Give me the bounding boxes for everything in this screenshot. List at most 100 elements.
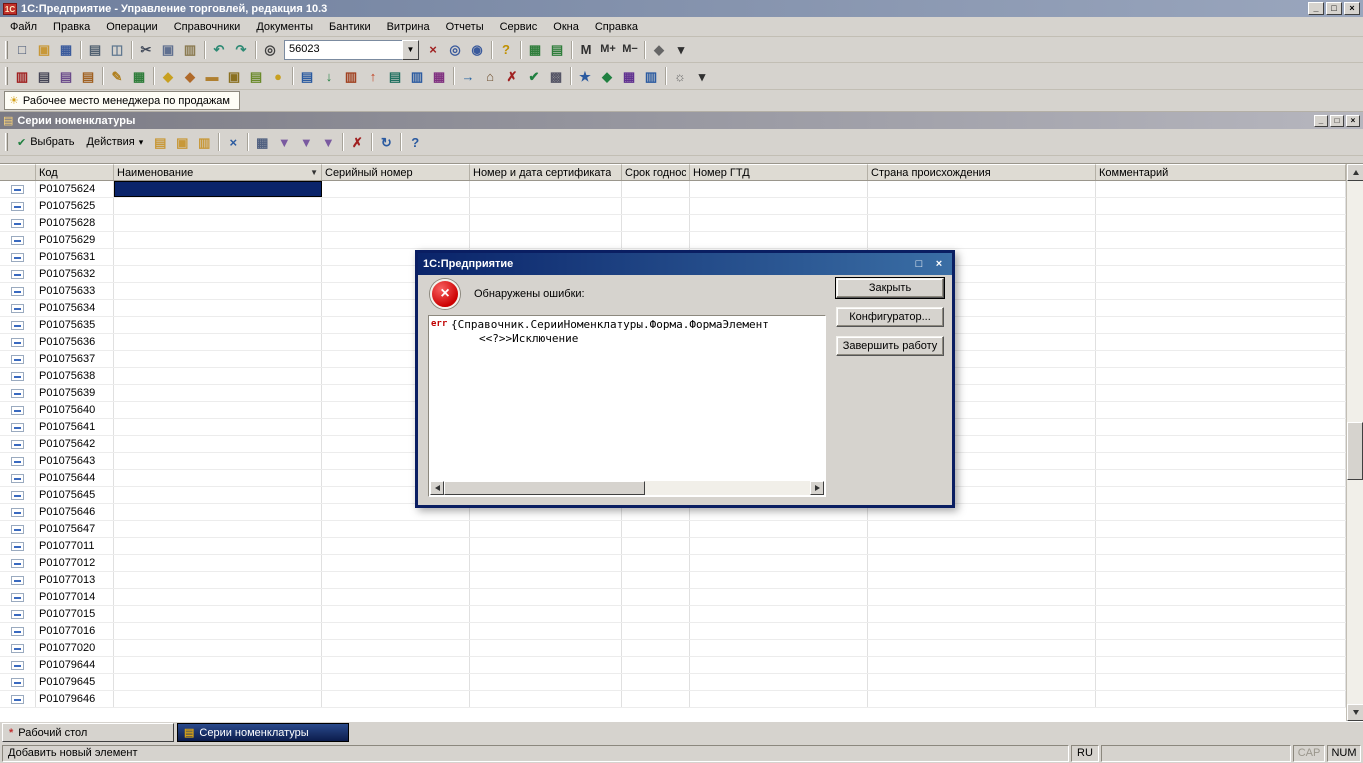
cell-col-1[interactable] [114, 555, 322, 571]
cell-col-7[interactable] [1096, 215, 1346, 231]
paste-icon[interactable]: ▥ [179, 39, 201, 61]
filter-settings-icon[interactable]: ▦ [251, 131, 273, 153]
cell-col-1[interactable] [114, 317, 322, 333]
new-document-icon[interactable]: □ [11, 39, 33, 61]
spreadsheet-settings-icon[interactable]: ▤ [546, 39, 568, 61]
horizontal-scroll-track[interactable] [444, 481, 810, 495]
help-icon[interactable]: ? [404, 131, 426, 153]
cell-col-7[interactable] [1096, 453, 1346, 469]
cell-col-7[interactable] [1096, 504, 1346, 520]
cell-code[interactable]: P01075634 [36, 300, 114, 316]
writeoff-icon[interactable]: ✗ [501, 65, 523, 87]
cell-col-4[interactable] [622, 640, 690, 656]
vertical-scroll-track[interactable] [1347, 181, 1363, 704]
vertical-scroll-thumb[interactable] [1347, 421, 1363, 480]
cell-col-4[interactable] [622, 215, 690, 231]
cell-code[interactable]: P01075637 [36, 351, 114, 367]
cell-col-4[interactable] [622, 232, 690, 248]
price-list-icon[interactable]: ▦ [128, 65, 150, 87]
cell-col-3[interactable] [470, 521, 622, 537]
cell-col-7[interactable] [1096, 334, 1346, 350]
cell-code[interactable]: P01075633 [36, 283, 114, 299]
column-header-3[interactable]: Номер и дата сертификата [470, 164, 622, 180]
cell-col-4[interactable] [622, 674, 690, 690]
cell-col-2[interactable] [322, 555, 470, 571]
cell-col-7[interactable] [1096, 572, 1346, 588]
cell-code[interactable]: P01079645 [36, 674, 114, 690]
cell-code[interactable]: P01075645 [36, 487, 114, 503]
cell-col-4[interactable] [622, 572, 690, 588]
cell-code[interactable]: P01075624 [36, 181, 114, 197]
cell-col-1[interactable] [114, 640, 322, 656]
scroll-down-icon[interactable] [1347, 704, 1363, 721]
actions-button[interactable]: Действия ▾ [81, 131, 150, 153]
cell-col-3[interactable] [470, 640, 622, 656]
dialog-configurator-button[interactable]: Конфигуратор... [836, 307, 944, 327]
table-row[interactable]: P01077013 [0, 572, 1346, 589]
undo-icon[interactable]: ↶ [208, 39, 230, 61]
cell-col-7[interactable] [1096, 521, 1346, 537]
cell-col-1[interactable] [114, 368, 322, 384]
cell-col-7[interactable] [1096, 691, 1346, 707]
restore-button[interactable]: □ [1326, 2, 1342, 15]
taskbar-tab-0[interactable]: * Рабочий стол [2, 723, 174, 742]
cell-col-6[interactable] [868, 232, 1096, 248]
sales-report-icon[interactable]: ▥ [640, 65, 662, 87]
cash-register-icon[interactable]: ▣ [223, 65, 245, 87]
cell-col-5[interactable] [690, 589, 868, 605]
cell-col-3[interactable] [470, 215, 622, 231]
cell-col-7[interactable] [1096, 300, 1346, 316]
cell-col-5[interactable] [690, 623, 868, 639]
sales-order-icon[interactable]: ▤ [384, 65, 406, 87]
cell-col-3[interactable] [470, 572, 622, 588]
cell-code[interactable]: P01077020 [36, 640, 114, 656]
menu-service[interactable]: Сервис [492, 18, 546, 36]
cell-col-7[interactable] [1096, 419, 1346, 435]
mdi-minimize-button[interactable]: _ [1314, 114, 1328, 127]
cell-col-7[interactable] [1096, 232, 1346, 248]
dialog-close-button[interactable]: Закрыть [836, 278, 944, 298]
counterparty-icon[interactable]: ★ [574, 65, 596, 87]
cell-col-5[interactable] [690, 181, 868, 197]
purchase-order-icon[interactable]: ▤ [296, 65, 318, 87]
mdi-close-button[interactable]: × [1346, 114, 1360, 127]
cell-col-5[interactable] [690, 606, 868, 622]
cash-out-icon[interactable]: ◆ [179, 65, 201, 87]
scroll-left-icon[interactable] [430, 481, 444, 495]
cell-col-1[interactable] [114, 249, 322, 265]
cell-col-6[interactable] [868, 691, 1096, 707]
cell-col-7[interactable] [1096, 368, 1346, 384]
cell-col-2[interactable] [322, 640, 470, 656]
service-messages-icon[interactable]: ? [495, 39, 517, 61]
cell-col-3[interactable] [470, 589, 622, 605]
cell-col-2[interactable] [322, 232, 470, 248]
cell-col-5[interactable] [690, 538, 868, 554]
cell-col-1[interactable] [114, 623, 322, 639]
cell-col-2[interactable] [322, 623, 470, 639]
toolbar2-options-icon[interactable]: ▾ [691, 65, 713, 87]
cell-col-2[interactable] [322, 521, 470, 537]
scroll-up-icon[interactable] [1347, 164, 1363, 181]
cell-col-7[interactable] [1096, 436, 1346, 452]
table-row[interactable]: P01077012 [0, 555, 1346, 572]
cell-col-2[interactable] [322, 691, 470, 707]
print-icon[interactable]: ▤ [84, 39, 106, 61]
currency-icon[interactable]: ● [267, 65, 289, 87]
cell-code[interactable]: P01075641 [36, 419, 114, 435]
calc-m-plus-icon[interactable]: M+ [597, 39, 619, 61]
cell-col-5[interactable] [690, 521, 868, 537]
cell-col-4[interactable] [622, 555, 690, 571]
cut-icon[interactable]: ✂ [135, 39, 157, 61]
scroll-right-icon[interactable] [810, 481, 824, 495]
cell-code[interactable]: P01075636 [36, 334, 114, 350]
cell-col-2[interactable] [322, 674, 470, 690]
cell-col-6[interactable] [868, 674, 1096, 690]
cell-col-7[interactable] [1096, 249, 1346, 265]
cell-col-7[interactable] [1096, 266, 1346, 282]
print-form-icon[interactable]: ▤ [33, 65, 55, 87]
cell-col-1[interactable] [114, 402, 322, 418]
cell-col-6[interactable] [868, 521, 1096, 537]
menu-file[interactable]: Файл [2, 18, 45, 36]
manager-workplace-icon[interactable]: ▥ [11, 65, 33, 87]
cell-code[interactable]: P01075639 [36, 385, 114, 401]
